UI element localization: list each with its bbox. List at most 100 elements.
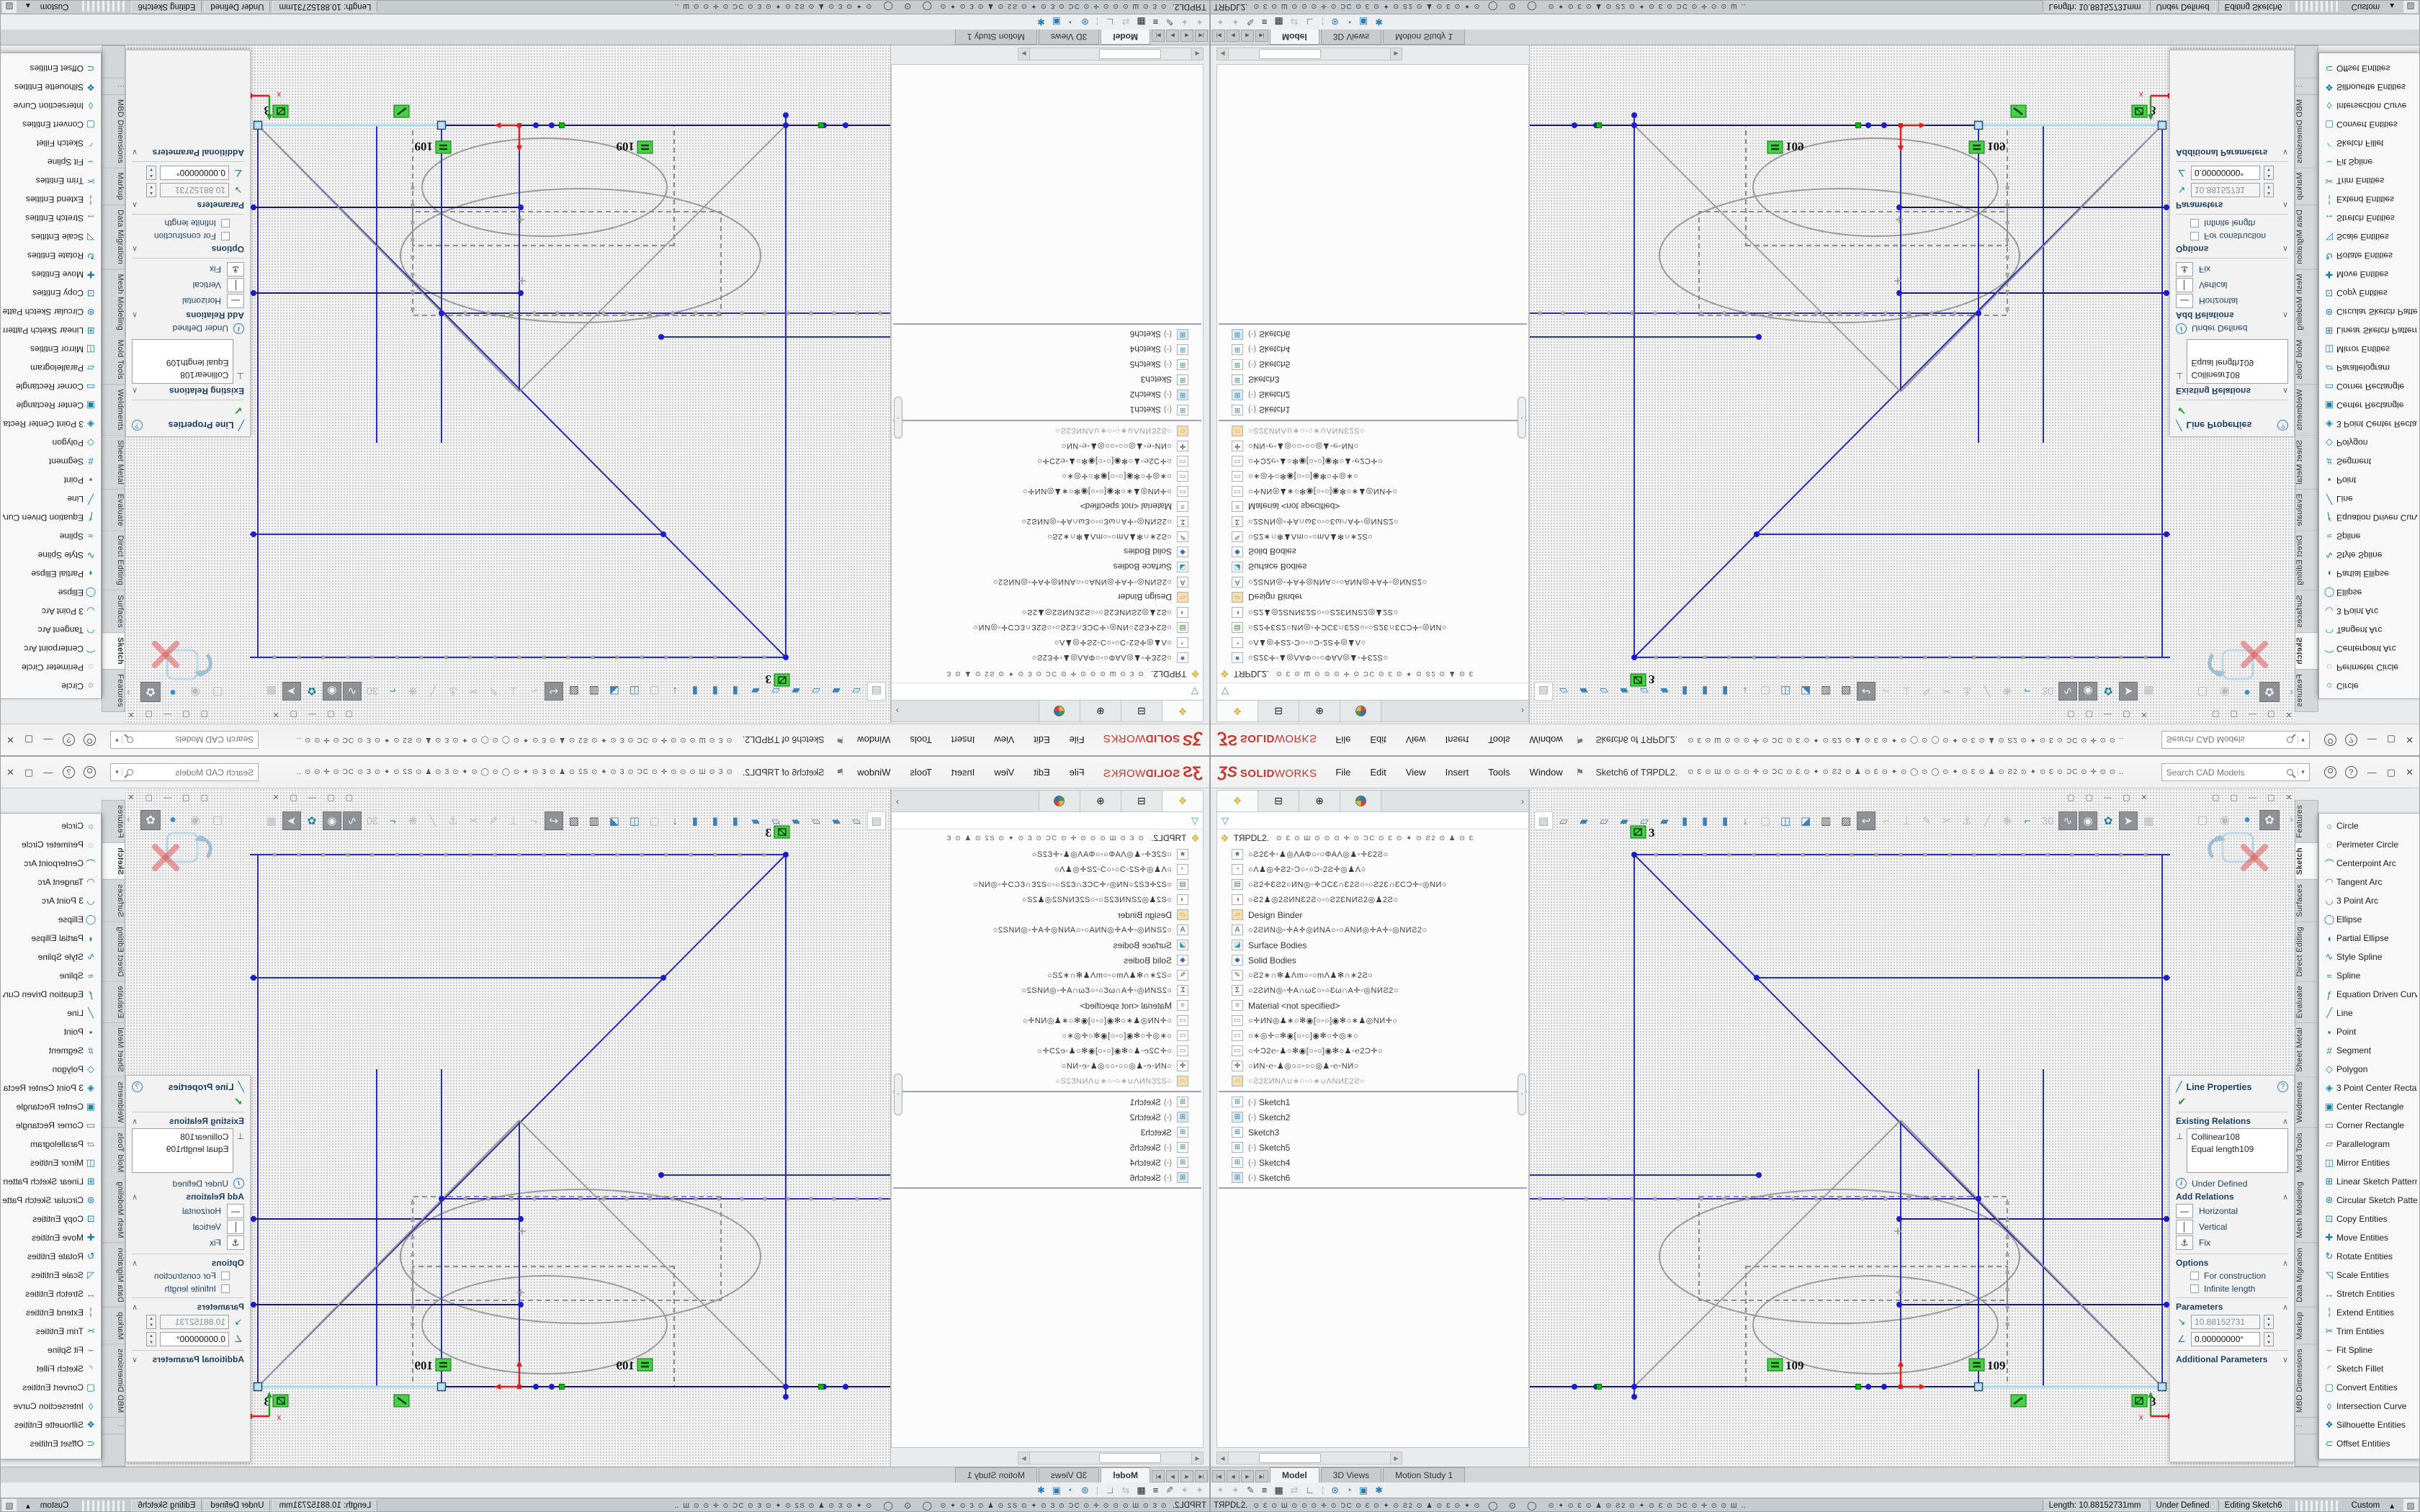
- tree-item[interactable]: ✛○ИN◦℮◦♟◎○○◦○○◎♟◦℮◦NИ○: [892, 438, 1203, 454]
- pin-icon[interactable]: ⚑: [1576, 734, 1585, 746]
- flyout-item-line[interactable]: ╱Line: [0, 490, 101, 508]
- add-relation-vertical[interactable]: │Vertical: [132, 1220, 244, 1234]
- collapse-chevron-icon[interactable]: ∧: [132, 1117, 138, 1126]
- tree-item[interactable]: Σ○2ƧИN◎◦✛Α∩ωƐ○◦○Ɛω∩Α✛◦◎NИƧ2○: [1217, 983, 1528, 998]
- command-tab-weldments[interactable]: Weldments: [2295, 1077, 2318, 1128]
- search-dropdown-icon[interactable]: ▾: [115, 768, 122, 776]
- tree-item[interactable]: ◑○Ƨ2♟◎2ƧИNƐ2Ƨ○◦○Ƨ2ƐNИƧ2◎♟2Ƨ○: [1217, 605, 1528, 620]
- command-tab-mesh-modeling[interactable]: Mesh Modeling: [2295, 1177, 2318, 1243]
- search-dropdown-icon[interactable]: ▾: [2298, 768, 2305, 776]
- flyout-item-segment[interactable]: #Segment: [0, 1041, 101, 1060]
- flyout-item-scale-entities[interactable]: ◹Scale Entities: [0, 228, 101, 246]
- grid-icon[interactable]: ▦: [1137, 1485, 1145, 1496]
- flyout-item-ellipse[interactable]: ◯Ellipse: [2319, 583, 2420, 602]
- corner-axis-icon[interactable]: ∟: [1306, 17, 1315, 27]
- tab-nav-button[interactable]: ▶: [1166, 1470, 1179, 1482]
- parameter-field[interactable]: 10.88152731: [2191, 1315, 2260, 1329]
- tree-horizontal-scrollbar[interactable]: ◀ ▶: [1216, 1452, 1402, 1464]
- tree-item[interactable]: ◆Solid Bodies: [1217, 544, 1528, 559]
- flyout-item-convert-entities[interactable]: ▢Convert Entities: [2319, 1378, 2420, 1397]
- panel-help-icon[interactable]: ?: [132, 420, 143, 431]
- flyout-item-rotate-entities[interactable]: ↻Rotate Entities: [2319, 1247, 2420, 1266]
- collapse-chevron-icon[interactable]: ∧: [2282, 1117, 2288, 1126]
- add-relation-horizontal[interactable]: —Horizontal: [2176, 294, 2288, 308]
- panel-splitter-handle[interactable]: [894, 397, 902, 438]
- close-button[interactable]: ✕: [2406, 767, 2414, 778]
- paintbrush-icon[interactable]: ✎: [1165, 1485, 1173, 1496]
- option-infinite-length[interactable]: Infinite length: [2190, 1284, 2288, 1294]
- tree-item-sketch3[interactable]: ⊞Sketch3: [1217, 372, 1528, 387]
- flyout-item-parallelogram[interactable]: ▱Parallelogram: [2319, 1135, 2420, 1153]
- add-relation-fix[interactable]: ⚓Fix: [132, 1236, 244, 1250]
- flyout-item-linear-sketch-pattern[interactable]: ⊞Linear Sketch Pattern: [2319, 321, 2420, 340]
- command-tab-weldments[interactable]: Weldments: [2295, 384, 2318, 435]
- grid-icon[interactable]: ▦: [1137, 17, 1145, 28]
- add-relation-horizontal[interactable]: —Horizontal: [132, 1204, 244, 1218]
- option-for-construction[interactable]: For construction: [132, 1271, 230, 1281]
- flyout-item-circle[interactable]: ○Circle: [0, 677, 101, 696]
- flyout-item-segment[interactable]: #Segment: [2319, 1041, 2420, 1060]
- flyout-item-3-point-arc[interactable]: ◡3 Point Arc: [0, 891, 101, 910]
- tree-horizontal-scrollbar[interactable]: ◀ ▶: [1216, 48, 1402, 60]
- folder-check-icon[interactable]: ▣: [1359, 17, 1368, 28]
- tree-item[interactable]: ≡Material <not specified>: [892, 499, 1203, 514]
- clock-check-icon[interactable]: ◔: [1068, 1485, 1074, 1495]
- separator[interactable]: ¦: [1096, 18, 1098, 27]
- add-relation-vertical[interactable]: │Vertical: [2176, 278, 2288, 292]
- flyout-item-equation-driven-curve[interactable]: ƒEquation Driven Curve: [2319, 508, 2420, 527]
- existing-relations-header[interactable]: Existing Relations: [2176, 386, 2251, 396]
- checkbox[interactable]: [2190, 232, 2199, 240]
- flyout-item-intersection-curve[interactable]: ◊Intersection Curve: [0, 1397, 101, 1416]
- command-tab-data-migration[interactable]: Data Migration: [102, 204, 125, 269]
- tree-item[interactable]: ▭○✛ИN◎♟∗○✻◉[○◦○]◉✻○∗♟◎NИ✛○: [892, 484, 1203, 499]
- restore-button[interactable]: ▢: [24, 734, 33, 746]
- flyout-item-convert-entities[interactable]: ▢Convert Entities: [0, 1378, 101, 1397]
- scrollbar-thumb[interactable]: [1259, 49, 1321, 59]
- clock-check-icon[interactable]: ◔: [1346, 17, 1352, 27]
- flyout-item-circular-sketch-pattern[interactable]: ⊛Circular Sketch Pattern: [0, 1191, 101, 1210]
- tree-item[interactable]: ▭○∗◎✛○✻◉[○◦○]◉✻○✛◎∗○: [892, 469, 1203, 484]
- settings-icon[interactable]: ✱: [1375, 17, 1383, 28]
- command-tab-direct-editing[interactable]: Direct Editing: [102, 531, 125, 590]
- add-relations-header[interactable]: Add Relations: [2176, 1192, 2234, 1202]
- menu-edit[interactable]: Edit: [1034, 767, 1049, 778]
- lines-icon[interactable]: ≡: [1153, 1485, 1159, 1495]
- flyout-item-style-spline[interactable]: ∿Style Spline: [2319, 546, 2420, 564]
- tree-item-sketch2[interactable]: ⊞(-)Sketch2: [1217, 387, 1528, 402]
- doc-tab-3d-views[interactable]: 3D Views: [1039, 1467, 1099, 1482]
- command-tab-sketch[interactable]: Sketch: [2295, 632, 2318, 669]
- fm-expand-chevron-icon[interactable]: ›: [892, 706, 899, 716]
- menu-window[interactable]: Window: [857, 767, 890, 778]
- scroll-right-icon[interactable]: ▶: [1390, 48, 1402, 60]
- flyout-item-trim-entities[interactable]: ✂Trim Entities: [2319, 171, 2420, 190]
- existing-relations-header[interactable]: Existing Relations: [169, 1116, 244, 1126]
- close-button[interactable]: ✕: [6, 767, 14, 778]
- menu-edit[interactable]: Edit: [1034, 734, 1049, 745]
- flyout-item-3-point-center-recta-[interactable]: ◈3 Point Center Recta...: [0, 1079, 101, 1097]
- lines-icon[interactable]: ≡: [1262, 17, 1268, 27]
- flyout-item-circular-sketch-pattern[interactable]: ⊛Circular Sketch Pattern: [2319, 1191, 2420, 1210]
- fm-tab-3[interactable]: [1340, 791, 1381, 811]
- doc-tab-motion-study-1[interactable]: Motion Study 1: [1383, 30, 1465, 45]
- tree-filter[interactable]: ▽: [1217, 812, 1528, 829]
- flyout-item-perimeter-circle[interactable]: ◌Perimeter Circle: [2319, 835, 2420, 854]
- option-infinite-length[interactable]: Infinite length: [132, 1284, 230, 1294]
- command-tab-features[interactable]: Features: [2295, 801, 2318, 843]
- add-relation-fix[interactable]: ⚓Fix: [132, 262, 244, 276]
- tab-nav-button[interactable]: ◀: [1227, 1470, 1240, 1482]
- tree-item[interactable]: ▱○Ƨ2ƐИNΛ∪∗○◦○∗∪ΛNИƐ2Ƨ○: [892, 1074, 1203, 1089]
- checkbox[interactable]: [221, 1272, 230, 1280]
- flyout-item-extend-entities[interactable]: ╎Extend Entities: [0, 190, 101, 209]
- separator[interactable]: ¦: [1322, 18, 1324, 27]
- unit-system-dropdown[interactable]: Custom ▴: [2344, 1, 2401, 12]
- pin-icon[interactable]: ⚑: [836, 767, 845, 778]
- panel-help-icon[interactable]: ?: [2277, 420, 2288, 431]
- panel-splitter-handle[interactable]: [894, 1074, 902, 1115]
- fm-tab-2[interactable]: ⊕: [1299, 791, 1340, 811]
- flyout-item-equation-driven-curve[interactable]: ƒEquation Driven Curve: [2319, 985, 2420, 1004]
- command-tab-markup[interactable]: Markup: [102, 168, 125, 204]
- option-for-construction[interactable]: For construction: [132, 231, 230, 241]
- tree-root-item[interactable]: ❖ TЯPDL2. ⊙ Ɛ ⊙ Ш ⊙ ⊙ ⊙ ✛ ⊙ ƆC ⊙ Ɛ ⊙ ✦ ⊙…: [1217, 665, 1528, 683]
- flyout-item-parallelogram[interactable]: ▱Parallelogram: [0, 359, 101, 377]
- collapse-chevron-icon[interactable]: ∧: [132, 245, 138, 254]
